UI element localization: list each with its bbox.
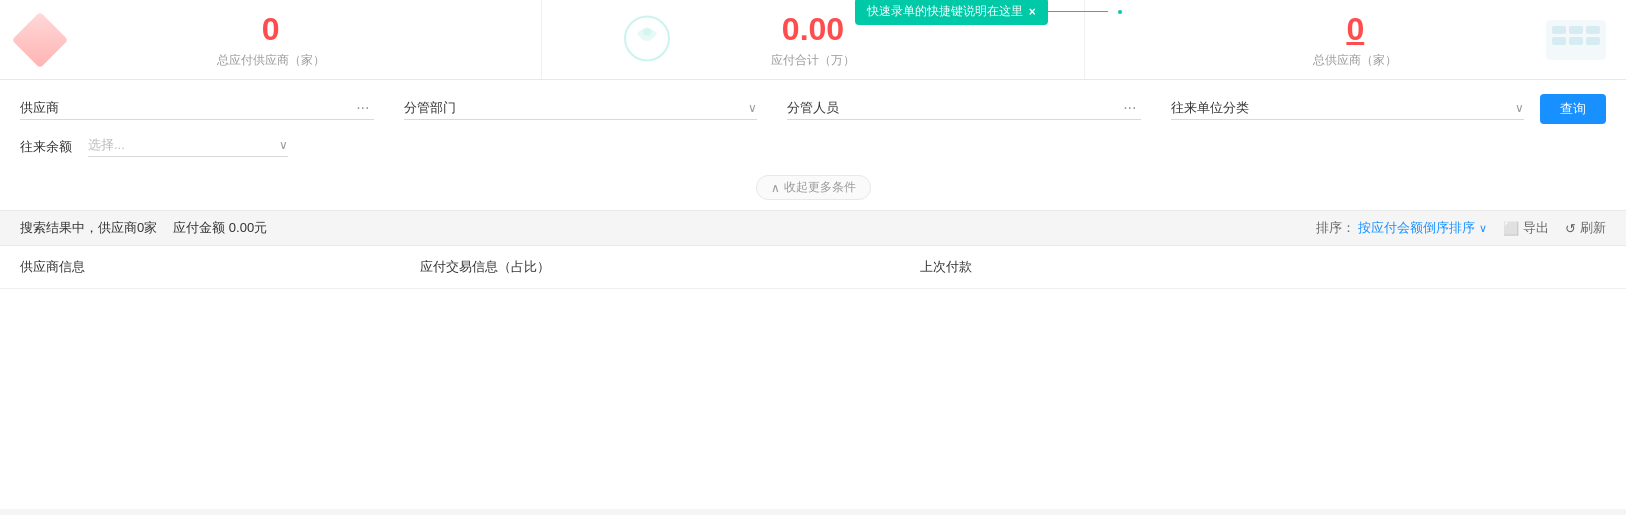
filters-section: 供应商 ··· 分管部门 ∨ 分管人员 ··· 往来单位分类 ∨ 查询 bbox=[0, 80, 1626, 211]
balance-label: 往来余额 bbox=[20, 138, 80, 156]
refresh-label: 刷新 bbox=[1580, 219, 1606, 237]
supplier-input[interactable] bbox=[80, 100, 352, 115]
filter-unit-category-group: 往来单位分类 ∨ bbox=[1171, 99, 1525, 120]
export-button[interactable]: ⬜ 导出 bbox=[1503, 219, 1549, 237]
payable-suppliers-count: 0 bbox=[262, 10, 280, 48]
unit-category-label: 往来单位分类 bbox=[1171, 99, 1249, 117]
tooltip-box: 快速录单的快捷键说明在这里 × bbox=[855, 0, 1048, 25]
results-bar: 搜索结果中，供应商0家 应付金额 0.00元 排序： 按应付会额倒序排序 ∨ ⬜… bbox=[0, 211, 1626, 246]
table-body bbox=[0, 289, 1626, 509]
refresh-button[interactable]: ↺ 刷新 bbox=[1565, 219, 1606, 237]
supplier-label: 供应商 bbox=[20, 99, 80, 117]
payable-suppliers-label: 总应付供应商（家） bbox=[217, 52, 325, 69]
filter-department-group: 分管部门 ∨ bbox=[404, 99, 758, 120]
person-input[interactable] bbox=[847, 100, 1119, 115]
payable-total-label: 应付合计（万） bbox=[771, 52, 855, 69]
refresh-icon: ↺ bbox=[1565, 221, 1576, 236]
sort-value[interactable]: 按应付会额倒序排序 bbox=[1358, 220, 1475, 235]
col-supplier-header: 供应商信息 bbox=[20, 258, 420, 276]
collapse-row: ∧ 收起更多条件 bbox=[20, 169, 1606, 210]
stat-payable-suppliers: 0 总应付供应商（家） bbox=[0, 0, 542, 79]
person-label: 分管人员 bbox=[787, 99, 847, 117]
tooltip-text: 快速录单的快捷键说明在这里 bbox=[867, 3, 1023, 20]
supplier-dots[interactable]: ··· bbox=[352, 99, 373, 117]
results-count: 搜索结果中，供应商0家 bbox=[20, 219, 157, 237]
collapse-button[interactable]: ∧ 收起更多条件 bbox=[756, 175, 871, 200]
faint-bg-icon bbox=[1546, 20, 1606, 60]
table-header: 供应商信息 应付交易信息（占比） 上次付款 bbox=[0, 246, 1626, 289]
tooltip-area: 快速录单的快捷键说明在这里 × bbox=[855, 0, 1124, 25]
collapse-chevron-icon: ∧ bbox=[771, 181, 780, 195]
tooltip-close[interactable]: × bbox=[1029, 5, 1036, 19]
results-summary: 搜索结果中，供应商0家 应付金额 0.00元 bbox=[20, 219, 267, 237]
col-transaction-header: 应付交易信息（占比） bbox=[420, 258, 920, 276]
payable-total-count: 0.00 bbox=[782, 10, 844, 48]
col-lastpay-header: 上次付款 bbox=[920, 258, 1606, 276]
filters-row-1: 供应商 ··· 分管部门 ∨ 分管人员 ··· 往来单位分类 ∨ 查询 bbox=[20, 94, 1606, 124]
export-label: 导出 bbox=[1523, 219, 1549, 237]
unit-category-select[interactable]: ∨ bbox=[1249, 101, 1525, 115]
balance-chevron: ∨ bbox=[279, 138, 288, 152]
query-button[interactable]: 查询 bbox=[1540, 94, 1606, 124]
export-icon: ⬜ bbox=[1503, 221, 1519, 236]
stat-total-suppliers: 0 总供应商（家） bbox=[1085, 0, 1626, 79]
sort-label: 排序： 按应付会额倒序排序 ∨ bbox=[1316, 219, 1487, 237]
total-suppliers-label: 总供应商（家） bbox=[1313, 52, 1397, 69]
stats-bar: 0 总应付供应商（家） 快速录单的快捷键说明在这里 × 0.00 应付合计（万） bbox=[0, 0, 1626, 80]
department-select[interactable]: ∨ bbox=[464, 101, 758, 115]
filter-person-group: 分管人员 ··· bbox=[787, 99, 1141, 120]
svg-point-1 bbox=[643, 27, 651, 35]
diamond-icon bbox=[20, 20, 60, 60]
unit-category-chevron: ∨ bbox=[1515, 101, 1524, 115]
sort-chevron: ∨ bbox=[1479, 222, 1487, 234]
balance-placeholder: 选择... bbox=[88, 136, 279, 154]
collapse-label: 收起更多条件 bbox=[784, 179, 856, 196]
total-suppliers-count: 0 bbox=[1346, 10, 1364, 48]
filter-balance-group[interactable]: 选择... ∨ bbox=[88, 136, 288, 157]
department-label: 分管部门 bbox=[404, 99, 464, 117]
mint-icon bbox=[622, 13, 672, 66]
filter-supplier-group: 供应商 ··· bbox=[20, 99, 374, 120]
person-dots[interactable]: ··· bbox=[1119, 99, 1140, 117]
department-chevron: ∨ bbox=[748, 101, 757, 115]
results-actions: 排序： 按应付会额倒序排序 ∨ ⬜ 导出 ↺ 刷新 bbox=[1316, 219, 1606, 237]
filters-row-2: 往来余额 选择... ∨ bbox=[20, 136, 1606, 157]
stat-payable-total: 快速录单的快捷键说明在这里 × 0.00 应付合计（万） bbox=[542, 0, 1084, 79]
results-amount: 应付金额 0.00元 bbox=[173, 219, 267, 237]
